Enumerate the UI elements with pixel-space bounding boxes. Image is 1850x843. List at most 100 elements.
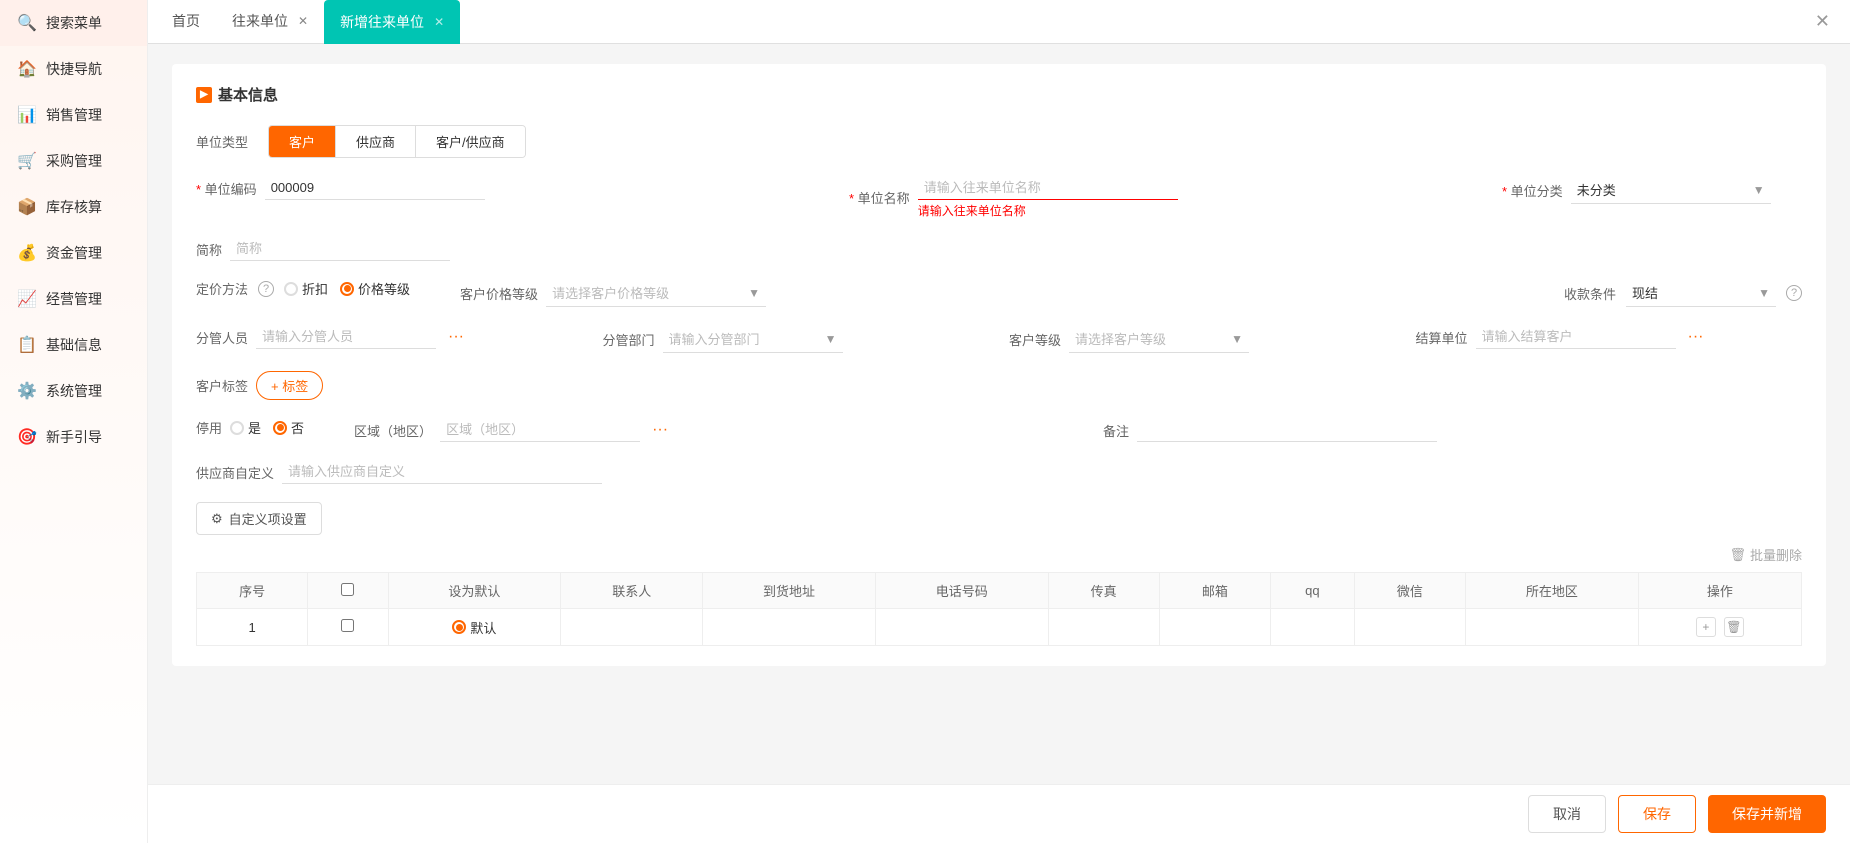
select-all-checkbox[interactable] xyxy=(341,583,354,596)
contact-table: 序号 设为默认 联系人 到货地址 电话号码 传真 邮箱 qq 微信 所在地区 xyxy=(196,572,1802,646)
department-select[interactable]: 请输入分管部门 ▼ xyxy=(663,325,843,353)
section-title: ▶ 基本信息 xyxy=(196,84,1802,105)
supplier-custom-input[interactable] xyxy=(282,460,602,484)
customer-tag-field: 客户标签 + 标签 xyxy=(196,371,1802,400)
region-input[interactable] xyxy=(440,418,640,442)
payment-terms-value: 现结 xyxy=(1632,283,1758,302)
sidebar-item-purchase[interactable]: 🛒 采购管理 xyxy=(0,138,147,184)
main-area: 首页 往来单位 ✕ 新增往来单位 ✕ ✕ ▶ 基本信息 单位类型 客户 xyxy=(148,0,1850,843)
region-more[interactable]: ··· xyxy=(648,421,672,439)
form-row-tag: 客户标签 + 标签 xyxy=(196,371,1802,400)
add-tag-button[interactable]: + 标签 xyxy=(256,371,323,400)
sidebar-item-quick-nav[interactable]: 🏠 快捷导航 xyxy=(0,46,147,92)
unit-name-label: 单位名称 xyxy=(849,188,910,207)
form-row-manager: 分管人员 ··· 分管部门 请输入分管部门 ▼ 客户等级 请选择客户等级 ▼ xyxy=(196,325,1802,353)
department-label: 分管部门 xyxy=(603,330,655,349)
gear-icon: ⚙ xyxy=(211,511,223,527)
sidebar-label-quick-nav: 快捷导航 xyxy=(46,59,102,79)
row-default-radio-circle xyxy=(452,620,466,634)
row-default-radio[interactable]: 默认 xyxy=(452,618,496,637)
sidebar-item-basic-info[interactable]: 📋 基础信息 xyxy=(0,322,147,368)
row-wechat xyxy=(1354,609,1465,646)
row-default-radio-group: 默认 xyxy=(399,618,551,637)
custom-settings-row: ⚙ 自定义项设置 xyxy=(196,502,1802,535)
payment-terms-select[interactable]: 现结 ▼ xyxy=(1626,279,1776,307)
batch-delete-label[interactable]: 批量删除 xyxy=(1750,545,1802,564)
radio-yes[interactable]: 是 xyxy=(230,418,261,437)
row-fax xyxy=(1048,609,1159,646)
sidebar-item-operations[interactable]: 📈 经营管理 xyxy=(0,276,147,322)
window-close-button[interactable]: ✕ xyxy=(1803,11,1842,32)
unit-name-input[interactable] xyxy=(918,176,1178,200)
type-btn-supplier[interactable]: 供应商 xyxy=(336,126,416,157)
tab-partners[interactable]: 往来单位 ✕ xyxy=(216,0,324,44)
table-header-row: 序号 设为默认 联系人 到货地址 电话号码 传真 邮箱 qq 微信 所在地区 xyxy=(197,573,1802,609)
manager-more[interactable]: ··· xyxy=(444,328,468,346)
cancel-button[interactable]: 取消 xyxy=(1528,795,1606,833)
radio-discount[interactable]: 折扣 xyxy=(284,279,328,298)
unit-name-error-msg: 请输入往来单位名称 xyxy=(918,202,1482,219)
radio-yes-circle xyxy=(230,421,244,435)
sidebar-search[interactable]: 🔍 搜索菜单 xyxy=(0,0,147,46)
pricing-method-label: 定价方法 xyxy=(196,279,248,298)
tab-home[interactable]: 首页 xyxy=(156,0,216,44)
radio-grade[interactable]: 价格等级 xyxy=(340,279,410,298)
payment-terms-arrow: ▼ xyxy=(1758,286,1770,300)
unit-category-select[interactable]: 未分类 ▼ xyxy=(1571,176,1771,204)
unit-type-label: 单位类型 xyxy=(196,132,248,151)
customer-level-label: 客户等级 xyxy=(1009,330,1061,349)
form-row-disabled-region: 停用 是 否 区域（地区） ··· xyxy=(196,418,1802,442)
type-btn-customer[interactable]: 客户 xyxy=(269,126,336,157)
sidebar-item-finance[interactable]: 💰 资金管理 xyxy=(0,230,147,276)
col-contact: 联系人 xyxy=(561,573,703,609)
custom-settings-button[interactable]: ⚙ 自定义项设置 xyxy=(196,502,322,535)
save-and-new-button[interactable]: 保存并新增 xyxy=(1708,795,1826,833)
col-email: 邮箱 xyxy=(1159,573,1270,609)
row-delete-button[interactable]: 🗑 xyxy=(1724,617,1744,637)
disabled-field: 停用 是 否 xyxy=(196,418,304,437)
pricing-method-help[interactable]: ? xyxy=(258,281,274,297)
unit-category-arrow: ▼ xyxy=(1753,183,1765,197)
customer-level-arrow: ▼ xyxy=(1231,332,1243,346)
unit-code-field: 单位编码 xyxy=(196,176,829,200)
short-name-input[interactable] xyxy=(230,237,450,261)
unit-category-field: 单位分类 未分类 ▼ xyxy=(1502,176,1802,204)
radio-no-circle xyxy=(273,421,287,435)
disabled-radio-group: 是 否 xyxy=(230,418,304,437)
payment-terms-help[interactable]: ? xyxy=(1786,285,1802,301)
sidebar-label-guide: 新手引导 xyxy=(46,427,102,447)
tab-new-partner-close[interactable]: ✕ xyxy=(434,15,444,29)
unit-category-value: 未分类 xyxy=(1577,180,1753,199)
sidebar-item-system[interactable]: ⚙️ 系统管理 xyxy=(0,368,147,414)
settlement-unit-input[interactable] xyxy=(1476,325,1676,349)
remark-label: 备注 xyxy=(1103,421,1129,440)
manager-input[interactable] xyxy=(256,325,436,349)
unit-type-field: 单位类型 客户 供应商 客户/供应商 xyxy=(196,125,526,158)
save-button[interactable]: 保存 xyxy=(1618,795,1696,833)
customer-price-level-select[interactable]: 请选择客户价格等级 ▼ xyxy=(546,279,766,307)
department-field: 分管部门 请输入分管部门 ▼ xyxy=(603,325,990,353)
row-actions: + 🗑 xyxy=(1649,617,1791,637)
row-checkbox[interactable] xyxy=(341,619,354,632)
sidebar-item-sales[interactable]: 📊 销售管理 xyxy=(0,92,147,138)
row-phone xyxy=(875,609,1048,646)
sidebar-item-guide[interactable]: 🎯 新手引导 xyxy=(0,414,147,460)
unit-name-field: 单位名称 请输入往来单位名称 xyxy=(849,176,1482,219)
unit-code-input[interactable] xyxy=(265,176,485,200)
sidebar-item-inventory[interactable]: 📦 库存核算 xyxy=(0,184,147,230)
customer-price-level-placeholder: 请选择客户价格等级 xyxy=(552,283,748,302)
radio-no-label: 否 xyxy=(291,418,304,437)
department-arrow: ▼ xyxy=(825,332,837,346)
tab-new-partner[interactable]: 新增往来单位 ✕ xyxy=(324,0,460,44)
radio-grade-label: 价格等级 xyxy=(358,279,410,298)
bottom-toolbar: 取消 保存 保存并新增 xyxy=(148,784,1850,843)
type-btn-both[interactable]: 客户/供应商 xyxy=(416,126,525,157)
col-wechat: 微信 xyxy=(1354,573,1465,609)
settlement-unit-more[interactable]: ··· xyxy=(1684,328,1708,346)
customer-level-select[interactable]: 请选择客户等级 ▼ xyxy=(1069,325,1249,353)
tab-partners-close[interactable]: ✕ xyxy=(298,14,308,28)
row-add-button[interactable]: + xyxy=(1696,617,1716,637)
remark-input[interactable] xyxy=(1137,418,1437,442)
radio-no[interactable]: 否 xyxy=(273,418,304,437)
radio-discount-circle xyxy=(284,282,298,296)
